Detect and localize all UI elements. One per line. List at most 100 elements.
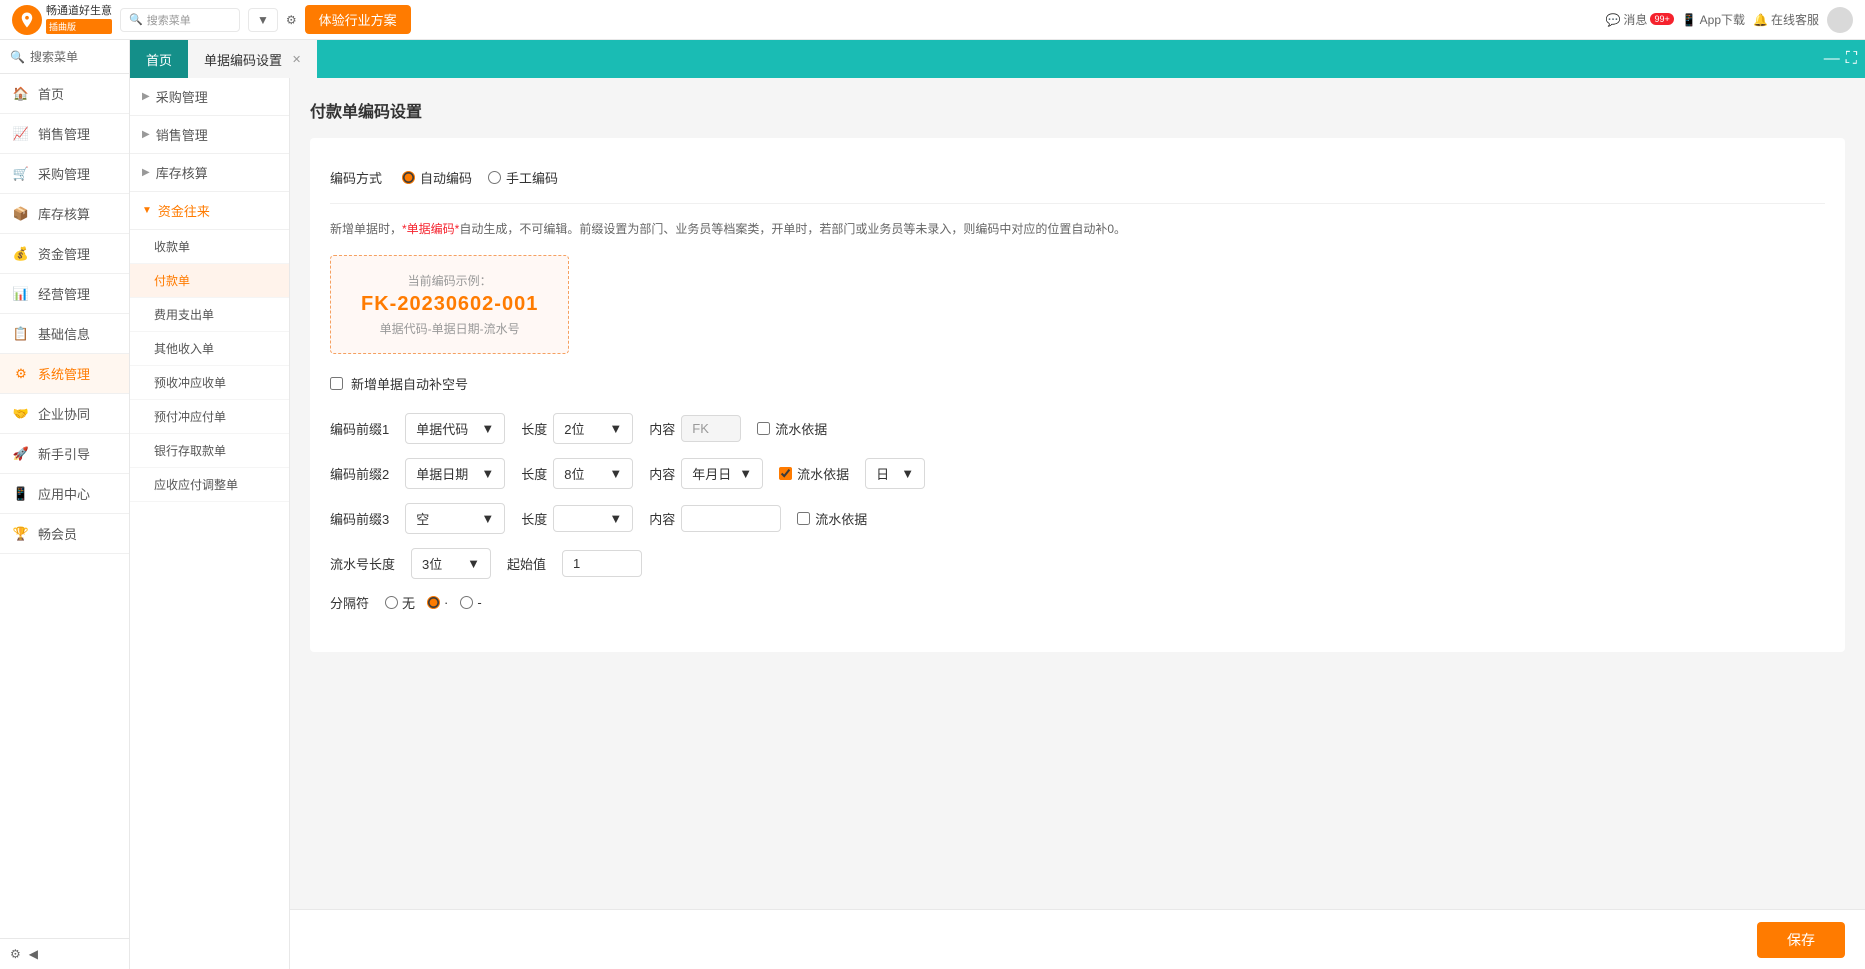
industry-button[interactable]: 体验行业方案 [305, 5, 411, 34]
group-inventory[interactable]: ▶ 库存核算 [130, 154, 289, 192]
sub-menu-receipt[interactable]: 收款单 [130, 230, 289, 264]
sub-menu-expense[interactable]: 费用支出单 [130, 298, 289, 332]
prefix2-row: 编码前缀2 单据日期 ▼ 长度 8位 ▼ [330, 458, 1825, 489]
prefix3-select[interactable]: 空 ▼ [405, 503, 505, 534]
prefix2-length-select[interactable]: 8位 ▼ [553, 458, 633, 489]
serial-length-label: 流水号长度 [330, 554, 395, 573]
sidebar-item-member[interactable]: 🏆 畅会员 [0, 514, 129, 554]
sidebar-collapse-btn[interactable]: ◀ [29, 947, 38, 961]
chevron-down-icon-p2: ▼ [481, 466, 494, 481]
prefix3-serial-check[interactable]: 流水依据 [797, 509, 867, 528]
chevron-right-icon3: ▶ [142, 167, 150, 178]
member-icon: 🏆 [12, 525, 30, 543]
sidebar-item-newbie[interactable]: 🚀 新手引导 [0, 434, 129, 474]
tab-close-icon[interactable]: ✕ [292, 53, 301, 66]
sub-menu-receivable-adjust[interactable]: 应收应付调整单 [130, 468, 289, 502]
logo: 畅通道好生意 插曲版 [12, 2, 112, 38]
chevron-down-icon-sl: ▼ [467, 556, 480, 571]
dropdown-button[interactable]: ▼ [248, 8, 278, 32]
avatar[interactable] [1827, 7, 1853, 33]
prefix3-length-select[interactable]: ▼ [553, 505, 633, 532]
sep-none[interactable]: 无 [385, 593, 415, 612]
sidebar-item-system[interactable]: ⚙ 系统管理 [0, 354, 129, 394]
prefix2-serial-checkbox[interactable] [779, 467, 792, 480]
sub-menu-prepay-pay[interactable]: 预付冲应付单 [130, 400, 289, 434]
auto-fill-checkbox[interactable] [330, 377, 343, 390]
sidebar-item-inventory[interactable]: 📦 库存核算 [0, 194, 129, 234]
corp-icon: 🤝 [12, 405, 30, 423]
top-search-box[interactable]: 🔍 搜索菜单 [120, 8, 240, 32]
sidebar-item-finance[interactable]: 💰 资金管理 [0, 234, 129, 274]
chevron-right-icon: ▶ [142, 91, 150, 102]
sub-menu-bank[interactable]: 银行存取款单 [130, 434, 289, 468]
tab-bar-actions: — ⛶ [1824, 50, 1865, 68]
sub-menu-payment[interactable]: 付款单 [130, 264, 289, 298]
prefix1-serial-check[interactable]: 流水依据 [757, 419, 827, 438]
sidebar-item-apps[interactable]: 📱 应用中心 [0, 474, 129, 514]
prefix2-serial-check[interactable]: 流水依据 [779, 464, 849, 483]
sidebar-search[interactable]: 🔍 搜索菜单 [0, 40, 129, 74]
tab-expand-btn[interactable]: ⛶ [1846, 50, 1857, 68]
sidebar-item-home[interactable]: 🏠 首页 [0, 74, 129, 114]
tab-serial-setting[interactable]: 单据编码设置 ✕ [188, 40, 317, 78]
system-icon: ⚙ [12, 365, 30, 383]
home-icon: 🏠 [12, 85, 30, 103]
content-area: 付款单编码设置 编码方式 自动编码 手工编码 [290, 78, 1865, 909]
tab-minimize-btn[interactable]: — [1824, 50, 1840, 68]
sidebar-item-operation[interactable]: 📊 经营管理 [0, 274, 129, 314]
chevron-down-icon-p3: ▼ [481, 511, 494, 526]
chevron-down-icon-p1: ▼ [481, 421, 494, 436]
main-wrapper: 首页 单据编码设置 ✕ — ⛶ ▶ 采购管理 ▶ 销售管理 ▶ 库存核算 [130, 40, 1865, 969]
sub-menu-other-income[interactable]: 其他收入单 [130, 332, 289, 366]
auto-fill-label[interactable]: 新增单据自动补空号 [351, 374, 468, 393]
prefix2-select[interactable]: 单据日期 ▼ [405, 458, 505, 489]
sep-dot[interactable]: · [427, 595, 448, 610]
prefix1-serial-checkbox[interactable] [757, 422, 770, 435]
online-service-btn[interactable]: 🔔 在线客服 [1753, 11, 1819, 28]
separator-label: 分隔符 [330, 593, 369, 612]
group-capital[interactable]: ▼ 资金往来 [130, 192, 289, 230]
settings-card: 编码方式 自动编码 手工编码 [310, 138, 1845, 652]
sidebar-item-corp[interactable]: 🤝 企业协同 [0, 394, 129, 434]
sidebar-settings-btn[interactable]: ⚙ [10, 947, 21, 961]
body-area: ▶ 采购管理 ▶ 销售管理 ▶ 库存核算 ▼ 资金往来 收款单 付款单 [130, 78, 1865, 969]
prefix2-serial-unit-select[interactable]: 日 ▼ [865, 458, 925, 489]
prefix2-content: 内容 年月日 ▼ [649, 458, 763, 489]
encoding-method-row: 编码方式 自动编码 手工编码 [330, 158, 1825, 204]
radio-auto-code[interactable]: 自动编码 [402, 168, 472, 187]
start-value-input[interactable] [562, 550, 642, 577]
sidebar-item-sales[interactable]: 📈 销售管理 [0, 114, 129, 154]
auto-fill-row: 新增单据自动补空号 [330, 374, 1825, 393]
prefix3-content-input[interactable] [681, 505, 781, 532]
tab-bar: 首页 单据编码设置 ✕ — ⛶ [130, 40, 1865, 78]
prefix1-content: 内容 [649, 415, 741, 442]
sep-dash[interactable]: - [460, 595, 481, 610]
radio-manual-code[interactable]: 手工编码 [488, 168, 558, 187]
save-button[interactable]: 保存 [1757, 922, 1845, 958]
sub-menu-prepay-receipt[interactable]: 预收冲应收单 [130, 366, 289, 400]
tab-home[interactable]: 首页 [130, 40, 188, 78]
sidebar: 🔍 搜索菜单 🏠 首页 📈 销售管理 🛒 采购管理 📦 库存核算 💰 资金管理 … [0, 40, 130, 969]
prefix1-length: 长度 2位 ▼ [521, 413, 633, 444]
sidebar-item-purchase[interactable]: 🛒 采购管理 [0, 154, 129, 194]
app-download-btn[interactable]: 📱 App下载 [1682, 11, 1745, 28]
basic-icon: 📋 [12, 325, 30, 343]
group-sales[interactable]: ▶ 销售管理 [130, 116, 289, 154]
encoding-method-label: 编码方式 [330, 168, 382, 187]
prefix1-select[interactable]: 单据代码 ▼ [405, 413, 505, 444]
purchase-icon: 🛒 [12, 165, 30, 183]
sidebar-bottom: ⚙ ◀ [0, 938, 129, 969]
sidebar-item-basic[interactable]: 📋 基础信息 [0, 314, 129, 354]
serial-length-select[interactable]: 3位 ▼ [411, 548, 491, 579]
messages-btn[interactable]: 💬 消息 99+ [1605, 11, 1673, 28]
group-purchase[interactable]: ▶ 采购管理 [130, 78, 289, 116]
prefix1-row: 编码前缀1 单据代码 ▼ 长度 2位 ▼ [330, 413, 1825, 444]
prefix1-length-select[interactable]: 2位 ▼ [553, 413, 633, 444]
prefix2-content-select[interactable]: 年月日 ▼ [681, 458, 763, 489]
prefix3-serial-checkbox[interactable] [797, 512, 810, 525]
separator-row: 分隔符 无 · - [330, 593, 1825, 612]
settings-button[interactable]: ⚙ [286, 13, 297, 27]
chevron-down-icon: ▼ [142, 205, 152, 216]
chevron-down-icon-p1l: ▼ [609, 421, 622, 436]
apps-icon: 📱 [12, 485, 30, 503]
